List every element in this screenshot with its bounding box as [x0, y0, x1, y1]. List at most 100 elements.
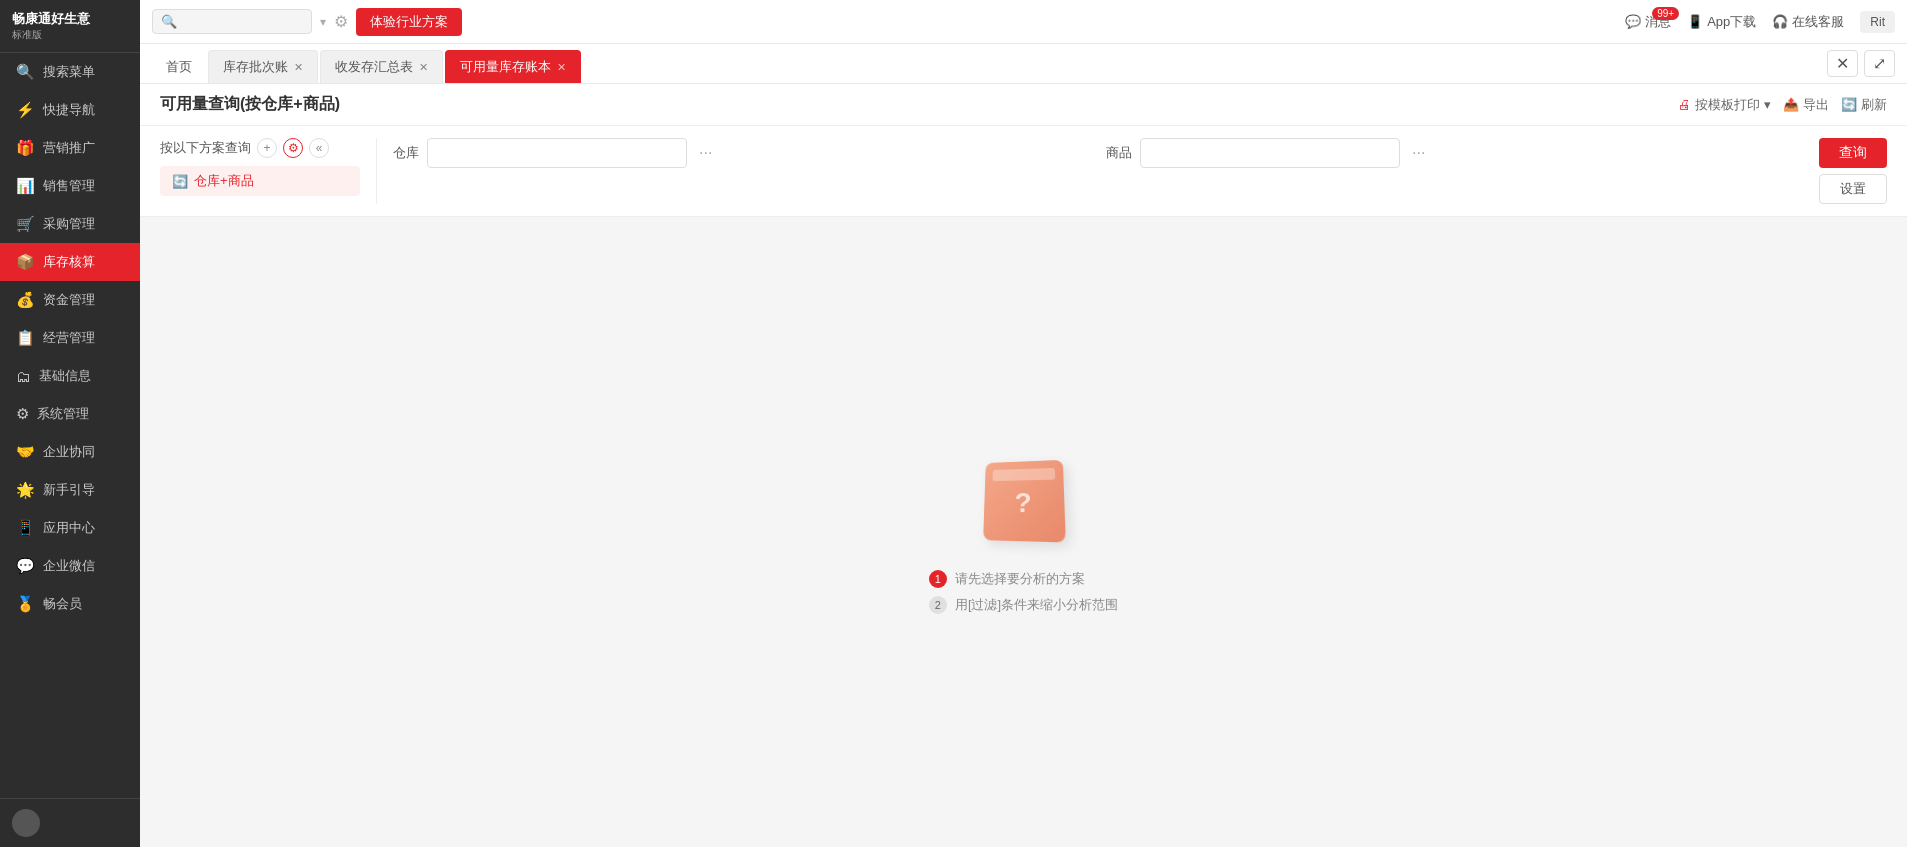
sidebar-icon-basic-info: 🗂 — [16, 368, 31, 385]
sidebar-item-sys-mgmt[interactable]: ⚙系统管理 — [0, 395, 140, 433]
tab-home[interactable]: 首页 — [152, 51, 206, 83]
sidebar-icon-inventory: 📦 — [16, 253, 35, 271]
sidebar-label-membership: 畅会员 — [43, 595, 82, 613]
sidebar-logo: 畅康通好生意 标准版 — [0, 0, 140, 53]
filter-area: 按以下方案查询 + ⚙ « 🔄 仓库+商品 仓库 ··· 商品 — [140, 126, 1907, 217]
sidebar-label-fund-mgmt: 资金管理 — [43, 291, 95, 309]
close-tab-button[interactable]: ✕ — [1827, 50, 1858, 77]
sidebar-label-basic-info: 基础信息 — [39, 367, 91, 385]
page-header: 可用量查询(按仓库+商品) 🖨 按模板打印 ▾ 📤 导出 🔄 刷新 — [140, 84, 1907, 126]
filter-divider — [376, 138, 377, 204]
sidebar-item-search[interactable]: 🔍 搜索菜单 — [0, 53, 140, 91]
sidebar-label-wechat: 企业微信 — [43, 557, 95, 575]
tab-available-qty[interactable]: 可用量库存账本 ✕ — [445, 50, 581, 83]
manage-scheme-btn[interactable]: ⚙ — [283, 138, 303, 158]
message-btn[interactable]: 💬 消息 99+ — [1625, 13, 1671, 31]
tabs-right-actions: ✕ ⤢ — [1827, 50, 1895, 83]
sidebar-icon-search: 🔍 — [16, 63, 35, 81]
sidebar-icon-fund-mgmt: 💰 — [16, 291, 35, 309]
search-input[interactable] — [181, 15, 281, 29]
avatar — [12, 809, 40, 837]
gear-icon[interactable]: ⚙ — [334, 12, 348, 31]
export-action[interactable]: 📤 导出 — [1783, 96, 1829, 114]
message-badge: 99+ — [1652, 7, 1679, 20]
sidebar-item-purchase-mgmt[interactable]: 🛒 采购管理 — [0, 205, 140, 243]
warehouse-field: 仓库 ··· — [393, 138, 1094, 168]
sidebar-label-purchase-mgmt: 采购管理 — [43, 215, 95, 233]
sidebar-icon-purchase-mgmt: 🛒 — [16, 215, 35, 233]
sidebar-icon-collab: 🤝 — [16, 443, 35, 461]
sidebar-icon-app-center: 📱 — [16, 519, 35, 537]
sidebar-item-basic-info[interactable]: 🗂 基础信息 — [0, 357, 140, 395]
sidebar-item-biz-mgmt[interactable]: 📋 经营管理 — [0, 319, 140, 357]
add-scheme-btn[interactable]: + — [257, 138, 277, 158]
expand-tab-button[interactable]: ⤢ — [1864, 50, 1895, 77]
tab-label-home: 首页 — [166, 58, 192, 76]
tabs-bar: 首页 库存批次账 ✕ 收发存汇总表 ✕ 可用量库存账本 ✕ ✕ ⤢ — [140, 44, 1907, 84]
tab-close-batch-account[interactable]: ✕ — [294, 61, 303, 74]
collapse-btn[interactable]: « — [309, 138, 329, 158]
scheme-item-warehouse-product[interactable]: 🔄 仓库+商品 — [160, 166, 360, 196]
topbar-right: 💬 消息 99+ 📱 App下载 🎧 在线客服 Rit — [1625, 11, 1895, 33]
empty-icon — [963, 450, 1083, 550]
sidebar-label-collab: 企业协同 — [43, 443, 95, 461]
tab-batch-account[interactable]: 库存批次账 ✕ — [208, 50, 318, 83]
print-icon: 🖨 — [1678, 97, 1691, 112]
tab-close-recv-summary[interactable]: ✕ — [419, 61, 428, 74]
sidebar-item-sales-mgmt[interactable]: 📊销售管理 — [0, 167, 140, 205]
filter-row-1: 仓库 ··· 商品 ··· — [393, 138, 1807, 168]
scheme-item-label: 仓库+商品 — [194, 172, 254, 190]
product-more-icon[interactable]: ··· — [1412, 144, 1425, 162]
sidebar-item-inventory[interactable]: 📦库存核算 — [0, 243, 140, 281]
hint-text-2: 用[过滤]条件来缩小分析范围 — [955, 596, 1118, 614]
sidebar-label-marketing-promo: 营销推广 — [43, 139, 95, 157]
print-chevron-icon[interactable]: ▾ — [1764, 97, 1771, 112]
print-label: 按模板打印 — [1695, 96, 1760, 114]
print-action[interactable]: 🖨 按模板打印 ▾ — [1678, 96, 1771, 114]
app-download-btn[interactable]: 📱 App下载 — [1687, 13, 1756, 31]
sidebar-nav: 🔍 搜索菜单 ⚡快捷导航 🎁 营销推广 📊销售管理 🛒 采购管理 📦库存核算 💰 资金管理 📋 经营管理… — [0, 53, 140, 798]
tab-recv-summary[interactable]: 收发存汇总表 ✕ — [320, 50, 443, 83]
service-btn[interactable]: 🎧 在线客服 — [1772, 13, 1844, 31]
tab-close-available-qty[interactable]: ✕ — [557, 61, 566, 74]
sidebar-item-membership[interactable]: 🏅畅会员 — [0, 585, 140, 623]
empty-hints: 1请先选择要分析的方案2用[过滤]条件来缩小分析范围 — [929, 570, 1118, 614]
query-button[interactable]: 查询 — [1819, 138, 1887, 168]
sidebar-icon-biz-mgmt: 📋 — [16, 329, 35, 347]
sidebar-item-app-center[interactable]: 📱应用中心 — [0, 509, 140, 547]
sidebar-item-collab[interactable]: 🤝 企业协同 — [0, 433, 140, 471]
sidebar-item-fund-mgmt[interactable]: 💰 资金管理 — [0, 281, 140, 319]
sidebar-item-shortcut[interactable]: ⚡快捷导航 — [0, 91, 140, 129]
chevron-down-icon[interactable]: ▾ — [320, 15, 326, 29]
hint-num-1: 1 — [929, 570, 947, 588]
warehouse-more-icon[interactable]: ··· — [699, 144, 712, 162]
headset-icon: 🎧 — [1772, 14, 1788, 29]
app-label: App下载 — [1707, 13, 1756, 31]
sidebar-icon-marketing-promo: 🎁 — [16, 139, 35, 157]
filter-fields: 仓库 ··· 商品 ··· — [393, 138, 1807, 168]
user-name[interactable]: Rit — [1860, 11, 1895, 33]
topbar-search-box[interactable]: 🔍 — [152, 9, 312, 34]
product-input[interactable] — [1140, 138, 1400, 168]
sidebar-label-search: 搜索菜单 — [43, 63, 95, 81]
refresh-action[interactable]: 🔄 刷新 — [1841, 96, 1887, 114]
sidebar-item-marketing-promo[interactable]: 🎁 营销推广 — [0, 129, 140, 167]
tab-label-recv-summary: 收发存汇总表 — [335, 58, 413, 76]
sidebar-item-wechat[interactable]: 💬企业微信 — [0, 547, 140, 585]
tab-label-available-qty: 可用量库存账本 — [460, 58, 551, 76]
sidebar-bottom[interactable] — [0, 798, 140, 847]
sidebar-label-biz-mgmt: 经营管理 — [43, 329, 95, 347]
empty-hint-2: 2用[过滤]条件来缩小分析范围 — [929, 596, 1118, 614]
sidebar-icon-sales-mgmt: 📊 — [16, 177, 35, 195]
content-area: 1请先选择要分析的方案2用[过滤]条件来缩小分析范围 — [140, 217, 1907, 847]
tab-label-batch-account: 库存批次账 — [223, 58, 288, 76]
refresh-icon: 🔄 — [1841, 97, 1857, 112]
product-label: 商品 — [1106, 144, 1132, 162]
topbar: 🔍 ▾ ⚙ 体验行业方案 💬 消息 99+ 📱 App下载 🎧 在线客服 Rit — [140, 0, 1907, 44]
warehouse-input[interactable] — [427, 138, 687, 168]
refresh-label: 刷新 — [1861, 96, 1887, 114]
filter-action-buttons: 查询 设置 — [1819, 138, 1887, 204]
sidebar-item-guide[interactable]: 🌟新手引导 — [0, 471, 140, 509]
settings-button[interactable]: 设置 — [1819, 174, 1887, 204]
trial-button[interactable]: 体验行业方案 — [356, 8, 462, 36]
